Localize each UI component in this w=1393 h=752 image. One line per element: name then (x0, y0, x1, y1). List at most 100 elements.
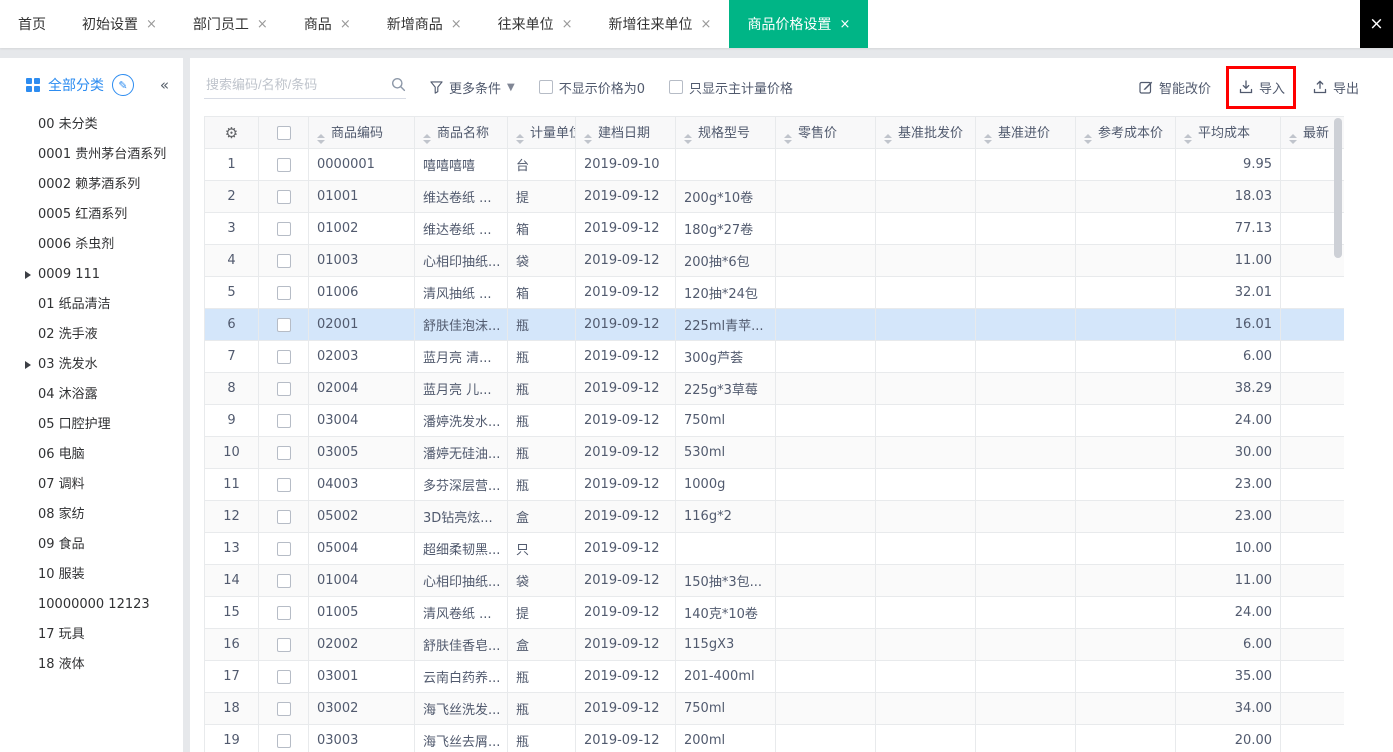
tab-item[interactable]: 商品价格设置× (729, 0, 868, 48)
category-item[interactable]: 0001 贵州茅台酒系列 (0, 140, 183, 170)
table-row[interactable]: 301002维达卷纸 ...箱2019-09-12180g*27卷77.13 (205, 213, 1345, 245)
collapse-sidebar-button[interactable]: « (156, 74, 173, 96)
table-row[interactable]: 1003005潘婷无硅油...瓶2019-09-12530ml30.00 (205, 437, 1345, 469)
edit-categories-icon[interactable]: ✎ (112, 74, 134, 96)
table-row[interactable]: 1104003多芬深层营...瓶2019-09-121000g23.00 (205, 469, 1345, 501)
table-row[interactable]: 903004潘婷洗发水...瓶2019-09-12750ml24.00 (205, 405, 1345, 437)
import-button[interactable]: 导入 (1239, 78, 1285, 97)
hide-zero-price-filter[interactable]: 不显示价格为0 (539, 78, 645, 97)
table-row[interactable]: 1305004超细柔韧黑...只2019-09-1210.00 (205, 533, 1345, 565)
row-checkbox[interactable] (277, 158, 291, 172)
column-header[interactable]: 建档日期 (576, 117, 676, 149)
column-header[interactable]: 基准进价 (976, 117, 1076, 149)
row-checkbox[interactable] (277, 190, 291, 204)
row-checkbox[interactable] (277, 446, 291, 460)
gear-icon[interactable]: ⚙ (225, 124, 238, 142)
category-item[interactable]: 18 液体 (0, 650, 183, 680)
row-checkbox[interactable] (277, 222, 291, 236)
table-row[interactable]: 401003心相印抽纸...袋2019-09-12200抽*6包11.00 (205, 245, 1345, 277)
column-header[interactable]: 零售价 (776, 117, 876, 149)
more-filters-button[interactable]: 更多条件 ▼ (430, 78, 515, 97)
column-header[interactable]: 商品编码 (309, 117, 415, 149)
sort-carets-icon[interactable] (317, 134, 325, 144)
tab-item[interactable]: 新增商品× (369, 0, 480, 48)
tab-close-icon[interactable]: × (340, 18, 351, 31)
sort-carets-icon[interactable] (1184, 134, 1192, 144)
row-checkbox[interactable] (277, 542, 291, 556)
sort-carets-icon[interactable] (684, 134, 692, 144)
category-item[interactable]: 05 口腔护理 (0, 410, 183, 440)
column-header[interactable]: 参考成本价 (1076, 117, 1176, 149)
expand-triangle-icon[interactable] (25, 271, 31, 279)
table-row[interactable]: 12050023D钻亮炫...盒2019-09-12116g*223.00 (205, 501, 1345, 533)
sort-carets-icon[interactable] (1084, 134, 1092, 144)
category-item[interactable]: 09 食品 (0, 530, 183, 560)
row-checkbox[interactable] (277, 574, 291, 588)
table-row[interactable]: 201001维达卷纸 ...提2019-09-12200g*10卷18.03 (205, 181, 1345, 213)
table-row[interactable]: 1703001云南白药养...瓶2019-09-12201-400ml35.00 (205, 661, 1345, 693)
row-checkbox[interactable] (277, 318, 291, 332)
tab-item[interactable]: 初始设置× (64, 0, 175, 48)
tab-close-icon[interactable]: × (146, 18, 157, 31)
category-item[interactable]: 10000000 12123 (0, 590, 183, 620)
sort-carets-icon[interactable] (884, 134, 892, 144)
close-all-tabs-button[interactable]: × (1360, 0, 1393, 48)
category-item[interactable]: 17 玩具 (0, 620, 183, 650)
table-row[interactable]: 1501005清风卷纸 ...提2019-09-12140克*10卷24.00 (205, 597, 1345, 629)
tab-item[interactable]: 商品× (286, 0, 369, 48)
table-row[interactable]: 1602002舒肤佳香皂...盒2019-09-12115gX36.00 (205, 629, 1345, 661)
category-item[interactable]: 01 纸品清洁 (0, 290, 183, 320)
sort-carets-icon[interactable] (516, 134, 524, 144)
scrollbar-thumb[interactable] (1334, 118, 1342, 258)
search-icon[interactable] (391, 77, 406, 92)
column-header[interactable]: 规格型号 (676, 117, 776, 149)
row-checkbox[interactable] (277, 414, 291, 428)
row-checkbox[interactable] (277, 734, 291, 748)
export-button[interactable]: 导出 (1313, 78, 1359, 97)
category-item[interactable]: 06 电脑 (0, 440, 183, 470)
tab-item[interactable]: 往来单位× (480, 0, 591, 48)
column-header[interactable]: 商品名称 (415, 117, 508, 149)
search-input[interactable] (204, 76, 385, 93)
tab-item[interactable]: 部门员工× (175, 0, 286, 48)
row-checkbox[interactable] (277, 702, 291, 716)
category-item[interactable]: 0009 111 (0, 260, 183, 290)
category-item[interactable]: 08 家纺 (0, 500, 183, 530)
category-item[interactable]: 0002 赖茅酒系列 (0, 170, 183, 200)
row-checkbox[interactable] (277, 606, 291, 620)
category-item[interactable]: 02 洗手液 (0, 320, 183, 350)
vertical-scrollbar[interactable] (1334, 118, 1342, 748)
table-row[interactable]: 1903003海飞丝去屑...瓶2019-09-12200ml20.00 (205, 725, 1345, 752)
category-item[interactable]: 04 沐浴露 (0, 380, 183, 410)
select-all-checkbox[interactable] (277, 126, 291, 140)
expand-triangle-icon[interactable] (25, 361, 31, 369)
row-checkbox[interactable] (277, 478, 291, 492)
sort-carets-icon[interactable] (584, 134, 592, 144)
tab-home[interactable]: 首页 (0, 0, 64, 48)
sort-carets-icon[interactable] (784, 134, 792, 144)
table-row[interactable]: 602001舒肤佳泡沫...瓶2019-09-12225ml青苹...16.01 (205, 309, 1345, 341)
smart-reprice-button[interactable]: 智能改价 (1139, 78, 1211, 97)
category-item[interactable]: 07 调料 (0, 470, 183, 500)
row-checkbox[interactable] (277, 382, 291, 396)
main-unit-only-checkbox[interactable] (669, 80, 683, 94)
table-row[interactable]: 501006清风抽纸 ...箱2019-09-12120抽*24包32.01 (205, 277, 1345, 309)
sort-carets-icon[interactable] (1289, 134, 1297, 144)
sort-carets-icon[interactable] (423, 134, 431, 144)
row-checkbox[interactable] (277, 350, 291, 364)
column-header[interactable]: 基准批发价 (876, 117, 976, 149)
category-item[interactable]: 03 洗发水 (0, 350, 183, 380)
category-item[interactable]: 0006 杀虫剂 (0, 230, 183, 260)
tab-close-icon[interactable]: × (257, 18, 268, 31)
tab-close-icon[interactable]: × (701, 18, 712, 31)
category-item[interactable]: 0005 红酒系列 (0, 200, 183, 230)
tab-close-icon[interactable]: × (562, 18, 573, 31)
row-checkbox[interactable] (277, 670, 291, 684)
row-checkbox[interactable] (277, 510, 291, 524)
column-header[interactable]: 计量单位 (508, 117, 576, 149)
row-checkbox[interactable] (277, 254, 291, 268)
main-unit-only-filter[interactable]: 只显示主计量价格 (669, 78, 793, 97)
row-checkbox[interactable] (277, 638, 291, 652)
table-row[interactable]: 1803002海飞丝洗发...瓶2019-09-12750ml34.00 (205, 693, 1345, 725)
all-categories-label[interactable]: 全部分类 (48, 75, 104, 95)
